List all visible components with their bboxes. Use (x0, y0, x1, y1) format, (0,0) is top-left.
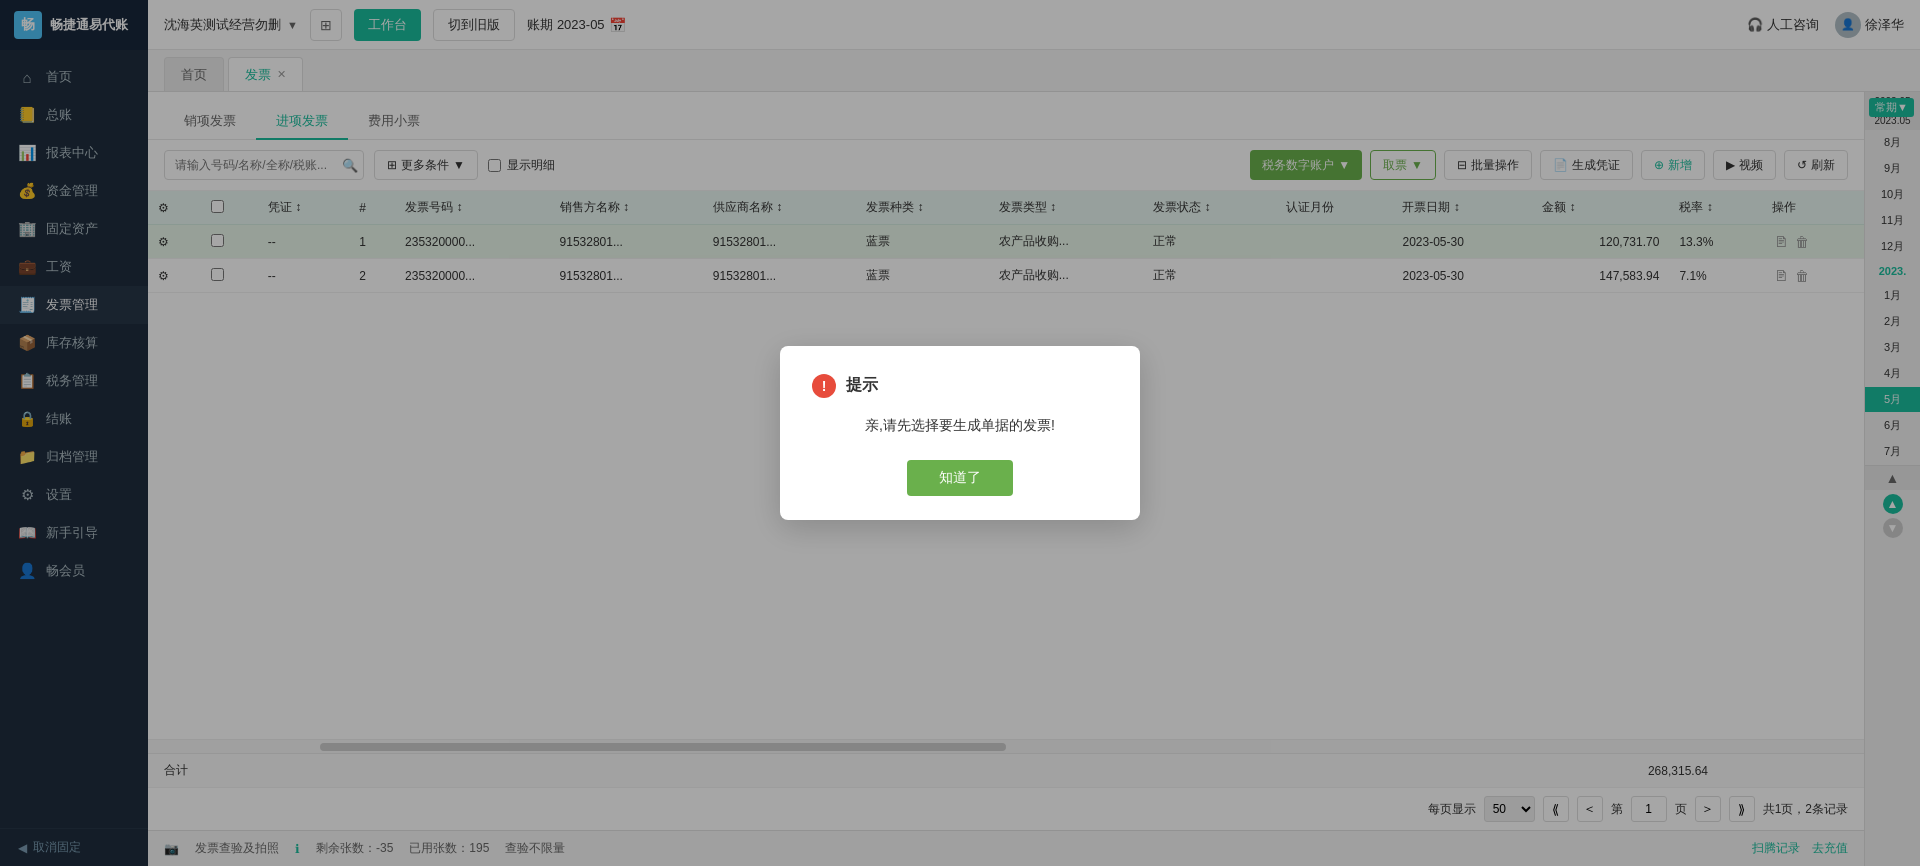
modal-footer: 知道了 (812, 460, 1108, 496)
modal-title: ! 提示 (812, 374, 1108, 398)
modal-box: ! 提示 亲,请先选择要生成单据的发票! 知道了 (780, 346, 1140, 520)
modal-confirm-btn[interactable]: 知道了 (907, 460, 1013, 496)
warning-icon: ! (812, 374, 836, 398)
modal-title-text: 提示 (846, 375, 878, 396)
modal-body: 亲,请先选择要生成单据的发票! (812, 414, 1108, 436)
modal-overlay: ! 提示 亲,请先选择要生成单据的发票! 知道了 (0, 0, 1920, 866)
